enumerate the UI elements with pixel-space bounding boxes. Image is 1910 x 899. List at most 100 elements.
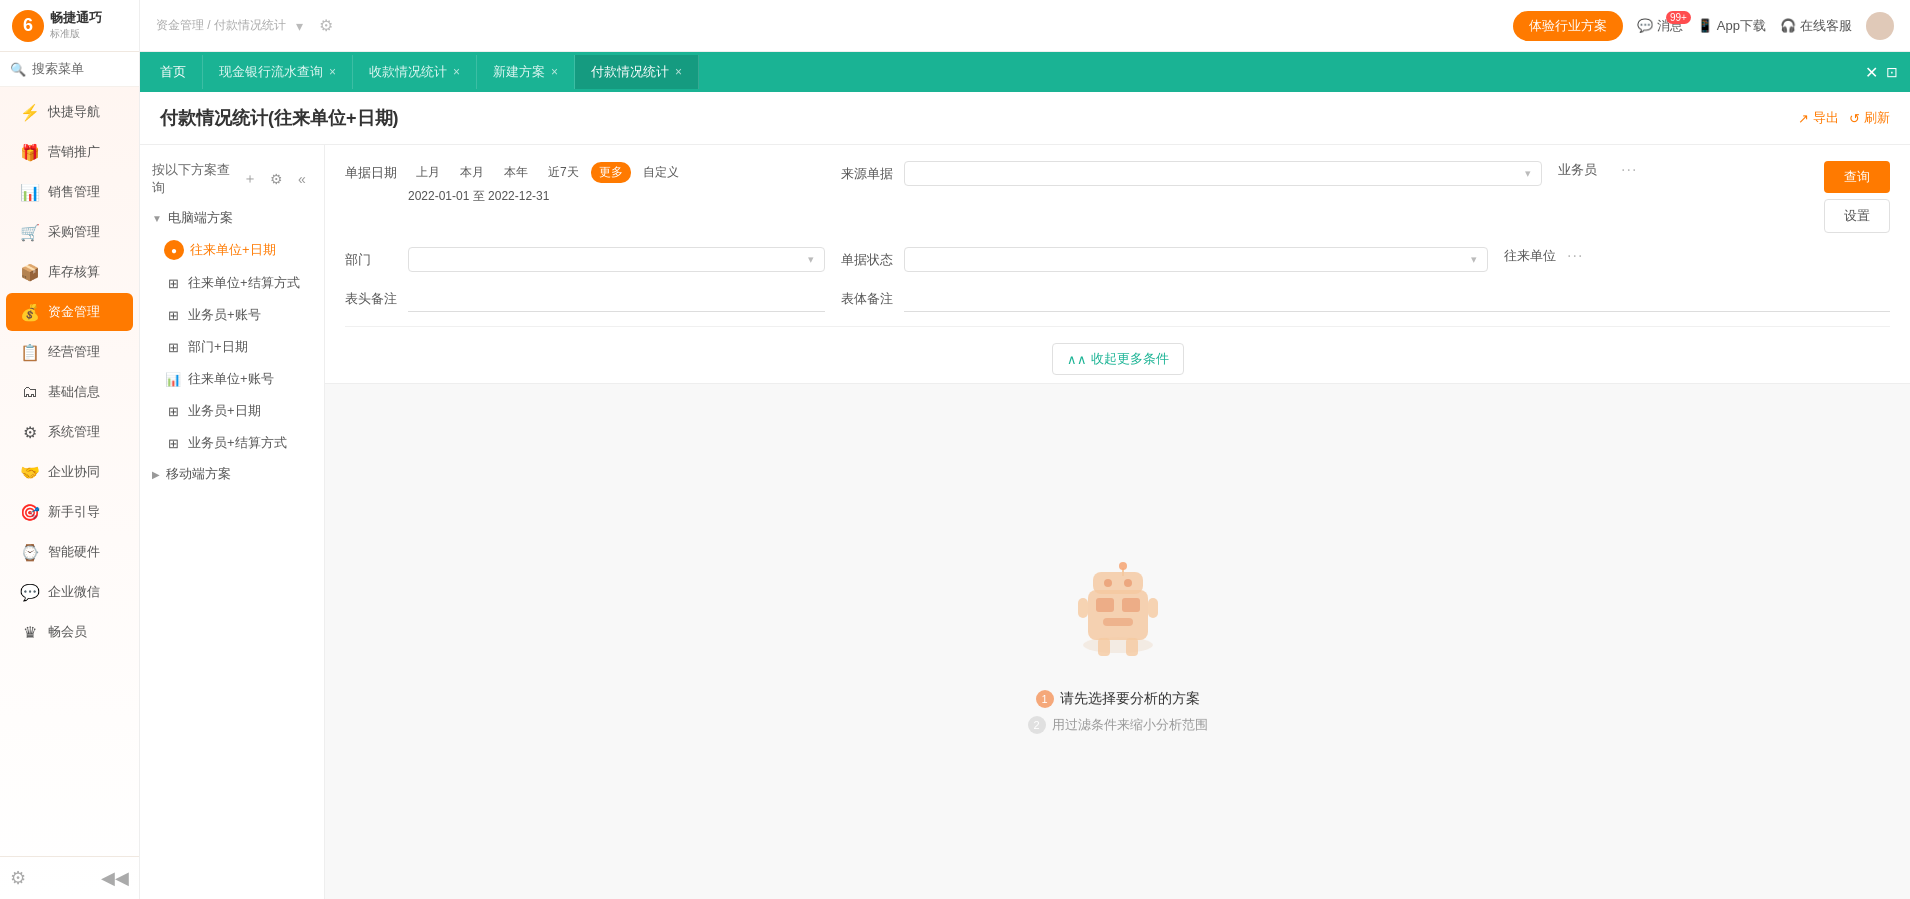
tabs-window-controls: ✕ ⊡: [1865, 63, 1906, 82]
mobile-section-arrow: ▶: [152, 469, 160, 480]
body-note-input[interactable]: [904, 286, 1890, 312]
sidebar-bottom: ⚙ ◀◀: [0, 856, 139, 899]
tab-bank-flow-close[interactable]: ×: [329, 65, 336, 79]
collapse-btn[interactable]: ∧∧ 收起更多条件: [1052, 343, 1184, 375]
export-btn[interactable]: ↗ 导出: [1798, 109, 1839, 127]
date-btn-this-month[interactable]: 本月: [452, 161, 492, 184]
date-btn-last-month[interactable]: 上月: [408, 161, 448, 184]
tab-payable-stat[interactable]: 付款情况统计 ×: [575, 55, 699, 89]
query-btn[interactable]: 查询: [1824, 161, 1890, 193]
nav-label: 企业微信: [48, 583, 100, 601]
refresh-btn[interactable]: ↺ 刷新: [1849, 109, 1890, 127]
tab-receivable[interactable]: 收款情况统计 ×: [353, 55, 477, 89]
add-scheme-icon[interactable]: ＋: [240, 169, 260, 189]
trial-btn[interactable]: 体验行业方案: [1513, 11, 1623, 41]
sidebar-item-enterprise[interactable]: 🤝 企业协同: [6, 453, 133, 491]
sidebar-item-capital[interactable]: 💰 资金管理: [6, 293, 133, 331]
sidebar: 6 畅捷通巧 标准版 🔍 搜索菜单 ⚡ 快捷导航 🎁 营销推广 📊 销售管理 🛒…: [0, 0, 140, 899]
online-service-btn[interactable]: 🎧 在线客服: [1780, 17, 1852, 35]
scheme-settings-icon[interactable]: ⚙: [266, 169, 286, 189]
sidebar-item-hardware[interactable]: ⌚ 智能硬件: [6, 533, 133, 571]
mobile-section-title: 移动端方案: [166, 465, 231, 483]
svg-rect-1: [1088, 590, 1148, 640]
sidebar-item-sales[interactable]: 📊 销售管理: [6, 173, 133, 211]
svg-rect-7: [1098, 638, 1110, 656]
window-close-icon[interactable]: ✕: [1865, 63, 1878, 82]
tab-new-scheme[interactable]: 新建方案 ×: [477, 55, 575, 89]
scheme-item-dept-date[interactable]: ⊞ 部门+日期: [140, 331, 324, 363]
sidebar-item-inventory[interactable]: 📦 库存核算: [6, 253, 133, 291]
app-download-label: App下载: [1717, 17, 1766, 35]
sidebar-item-marketing[interactable]: 🎁 营销推广: [6, 133, 133, 171]
sidebar-item-basic[interactable]: 🗂 基础信息: [6, 373, 133, 411]
export-label: 导出: [1813, 109, 1839, 127]
message-btn[interactable]: 💬 消息 99+: [1637, 17, 1683, 35]
header-note-group: 表头备注: [345, 286, 825, 312]
search-menu-label: 搜索菜单: [32, 60, 84, 78]
empty-illustration: [1058, 550, 1178, 670]
topbar-dropdown-icon[interactable]: ▾: [296, 18, 303, 34]
nav-label: 经营管理: [48, 343, 100, 361]
pc-section-title: 电脑端方案: [168, 209, 233, 227]
table-icon-3: ⊞: [164, 338, 182, 356]
scheme-item-staff-date[interactable]: ⊞ 业务员+日期: [140, 395, 324, 427]
user-avatar[interactable]: [1866, 12, 1894, 40]
scheme-item-staff-settlement[interactable]: ⊞ 业务员+结算方式: [140, 427, 324, 459]
content-body: 按以下方案查询 ＋ ⚙ « ▼ 电脑端方案 ● 往来单位+日期 ⊞ 往来单位+: [140, 145, 1910, 899]
date-filter-group: 单据日期 上月 本月 本年 近7天 更多 自定义 2022-01-0: [345, 161, 825, 205]
date-btn-7days[interactable]: 近7天: [540, 161, 587, 184]
collapse-sidebar-icon[interactable]: ◀◀: [101, 867, 129, 889]
pc-scheme-section[interactable]: ▼ 电脑端方案: [140, 203, 324, 233]
tab-home[interactable]: 首页: [144, 55, 203, 89]
inventory-icon: 📦: [20, 262, 40, 282]
status-select[interactable]: ▾: [904, 247, 1488, 272]
collapse-btn-label: 收起更多条件: [1091, 350, 1169, 368]
tab-receivable-close[interactable]: ×: [453, 65, 460, 79]
window-maximize-icon[interactable]: ⊡: [1886, 64, 1898, 80]
settings-btn[interactable]: 设置: [1824, 199, 1890, 233]
source-filter-group: 来源单据 ▾: [841, 161, 1542, 186]
enterprise-icon: 🤝: [20, 462, 40, 482]
svg-rect-3: [1122, 598, 1140, 612]
scheme-item-partner-settlement[interactable]: ⊞ 往来单位+结算方式: [140, 267, 324, 299]
partner-select-dots[interactable]: ···: [1567, 247, 1583, 265]
date-btn-more[interactable]: 更多: [591, 162, 631, 183]
sidebar-item-operation[interactable]: 📋 经营管理: [6, 333, 133, 371]
header-note-input[interactable]: [408, 286, 825, 312]
pc-section-arrow: ▼: [152, 213, 162, 224]
date-shortcuts: 上月 本月 本年 近7天 更多 自定义: [408, 161, 687, 184]
tab-new-scheme-close[interactable]: ×: [551, 65, 558, 79]
topbar-settings-icon[interactable]: ⚙: [319, 16, 333, 35]
tab-payable-stat-close[interactable]: ×: [675, 65, 682, 79]
mobile-scheme-section[interactable]: ▶ 移动端方案: [140, 459, 324, 489]
scheme-item-staff-account[interactable]: ⊞ 业务员+账号: [140, 299, 324, 331]
nav-label: 企业协同: [48, 463, 100, 481]
sidebar-item-vip[interactable]: ♛ 畅会员: [6, 613, 133, 651]
basic-icon: 🗂: [20, 382, 40, 402]
status-select-arrow: ▾: [1471, 253, 1477, 266]
tab-new-scheme-label: 新建方案: [493, 63, 545, 81]
filter-action-buttons: 查询 设置: [1824, 161, 1890, 233]
search-menu[interactable]: 🔍 搜索菜单: [0, 52, 139, 87]
dept-select[interactable]: ▾: [408, 247, 825, 272]
header-actions: ↗ 导出 ↺ 刷新: [1798, 109, 1890, 127]
sidebar-item-system[interactable]: ⚙ 系统管理: [6, 413, 133, 451]
app-download-btn[interactable]: 📱 App下载: [1697, 17, 1766, 35]
nav-label: 采购管理: [48, 223, 100, 241]
message-badge: 99+: [1666, 11, 1691, 24]
sidebar-item-purchase[interactable]: 🛒 采购管理: [6, 213, 133, 251]
scheme-item-partner-date[interactable]: ● 往来单位+日期: [140, 233, 324, 267]
date-btn-this-year[interactable]: 本年: [496, 161, 536, 184]
sidebar-item-quick-nav[interactable]: ⚡ 快捷导航: [6, 93, 133, 131]
staff-select-dots[interactable]: ···: [1621, 161, 1637, 179]
scheme-item-partner-account[interactable]: 📊 往来单位+账号: [140, 363, 324, 395]
collapse-scheme-panel-icon[interactable]: «: [292, 169, 312, 189]
sidebar-item-guide[interactable]: 🎯 新手引导: [6, 493, 133, 531]
sidebar-item-wechat[interactable]: 💬 企业微信: [6, 573, 133, 611]
app-version: 标准版: [50, 27, 102, 41]
svg-point-13: [1119, 562, 1127, 570]
tab-bank-flow[interactable]: 现金银行流水查询 ×: [203, 55, 353, 89]
source-select[interactable]: ▾: [904, 161, 1542, 186]
date-btn-custom[interactable]: 自定义: [635, 161, 687, 184]
settings-icon[interactable]: ⚙: [10, 867, 26, 889]
